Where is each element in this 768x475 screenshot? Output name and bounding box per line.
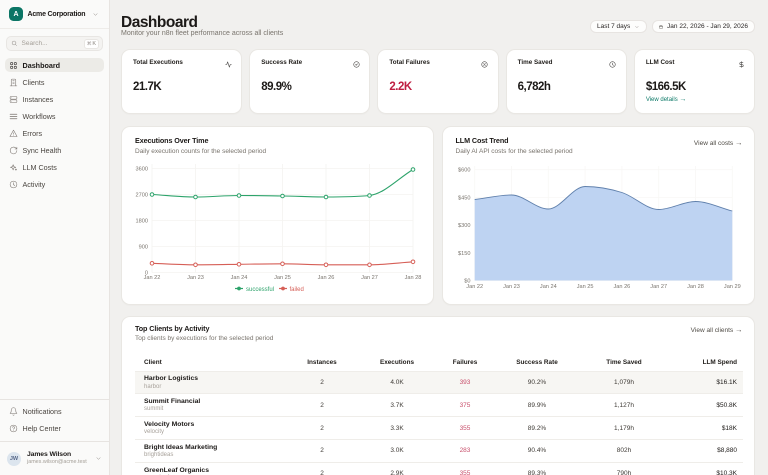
svg-text:failed: failed	[290, 287, 304, 293]
svg-text:Jan 26: Jan 26	[318, 275, 335, 281]
svg-text:Jan 29: Jan 29	[723, 284, 740, 290]
svg-text:$450: $450	[458, 195, 470, 201]
svg-text:Jan 28: Jan 28	[405, 275, 422, 281]
svg-text:1800: 1800	[136, 219, 148, 225]
svg-text:Jan 22: Jan 22	[466, 284, 483, 290]
svg-text:Jan 25: Jan 25	[576, 284, 593, 290]
svg-text:successful: successful	[246, 287, 274, 293]
svg-text:$150: $150	[458, 251, 470, 257]
svg-text:Jan 25: Jan 25	[274, 275, 291, 281]
svg-text:Jan 24: Jan 24	[231, 275, 248, 281]
svg-text:Jan 27: Jan 27	[650, 284, 667, 290]
svg-text:900: 900	[139, 245, 148, 251]
svg-text:$600: $600	[458, 168, 470, 174]
svg-text:Jan 28: Jan 28	[687, 284, 704, 290]
svg-text:Jan 23: Jan 23	[503, 284, 520, 290]
svg-text:Jan 26: Jan 26	[613, 284, 630, 290]
svg-text:Jan 24: Jan 24	[539, 284, 556, 290]
svg-text:Jan 23: Jan 23	[187, 275, 204, 281]
svg-text:$300: $300	[458, 223, 470, 229]
svg-text:2700: 2700	[136, 193, 148, 199]
svg-text:3600: 3600	[136, 167, 148, 173]
svg-text:Jan 27: Jan 27	[361, 275, 378, 281]
svg-text:Jan 22: Jan 22	[144, 275, 161, 281]
